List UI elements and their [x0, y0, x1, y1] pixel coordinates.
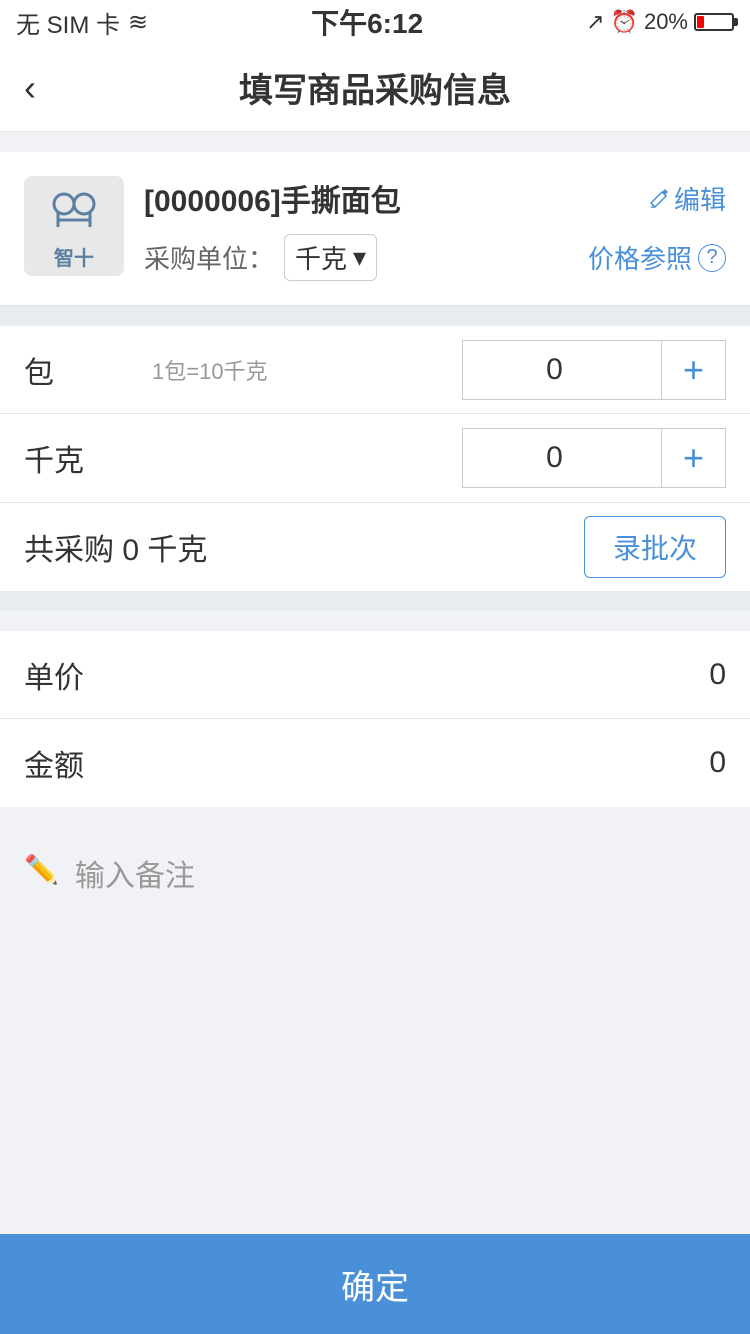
nav-bar: ‹ 填写商品采购信息 — [0, 44, 750, 132]
bao-input-row: 包 1包=10千克 + — [0, 326, 750, 414]
amount-value: 0 — [709, 746, 726, 780]
dropdown-arrow-icon: ▾ — [353, 242, 366, 273]
price-ref-help-icon: ? — [698, 244, 726, 272]
product-info: [0000006]手撕面包 编辑 采购单位： 千克 ▾ 价格参照 — [144, 176, 726, 281]
wifi-icon: ≋ — [128, 8, 148, 37]
status-bar: 无 SIM 卡 ≋ 下午6:12 ↗ ⏰ 20% — [0, 0, 750, 44]
alarm-icon: ⏰ — [611, 9, 638, 35]
bottom-space — [0, 947, 750, 1107]
kilogram-input-row: 千克 + — [0, 414, 750, 502]
edit-icon — [648, 187, 670, 209]
no-sim-text: 无 SIM 卡 — [16, 5, 120, 40]
unit-selector[interactable]: 千克 ▾ — [284, 234, 377, 281]
confirm-button[interactable]: 确定 — [0, 1234, 750, 1334]
bao-sublabel: 1包=10千克 — [152, 354, 268, 386]
logo-text: 智十 — [54, 242, 94, 271]
product-thumbnail: 智十 — [24, 176, 124, 276]
product-card: 智十 [0000006]手撕面包 编辑 采购单位： 千克 ▾ — [0, 152, 750, 306]
bao-label: 包 — [24, 348, 144, 392]
kilogram-input-wrap: + — [462, 428, 726, 488]
kilogram-label: 千克 — [24, 436, 144, 480]
amount-label: 金额 — [24, 741, 84, 785]
kilogram-plus-button[interactable]: + — [662, 428, 726, 488]
price-reference-button[interactable]: 价格参照 ? — [588, 239, 726, 276]
record-batch-button[interactable]: 录批次 — [584, 516, 726, 578]
edit-button[interactable]: 编辑 — [648, 180, 726, 217]
product-logo-icon — [44, 182, 104, 242]
unit-prefix: 采购单位： — [144, 239, 274, 276]
kilogram-quantity-input[interactable] — [462, 428, 662, 488]
price-ref-label: 价格参照 — [588, 239, 692, 276]
section-divider-1 — [0, 306, 750, 326]
battery-percent: 20% — [644, 9, 688, 35]
battery-icon — [694, 13, 734, 31]
location-icon: ↗ — [586, 9, 604, 35]
time-display: 下午6:12 — [311, 8, 423, 39]
unit-price-value: 0 — [709, 658, 726, 692]
back-button[interactable]: ‹ — [24, 67, 36, 109]
summary-section: 共采购 0 千克 录批次 — [0, 502, 750, 591]
total-amount: 0 — [122, 534, 139, 567]
amount-row: 金额 0 — [0, 719, 750, 807]
summary-row: 共采购 0 千克 录批次 — [0, 503, 750, 591]
page-title: 填写商品采购信息 — [239, 63, 511, 112]
section-divider-2 — [0, 591, 750, 611]
price-section: 单价 0 金额 0 — [0, 631, 750, 807]
unit-price-label: 单价 — [24, 653, 84, 697]
edit-label: 编辑 — [674, 180, 726, 217]
product-name: [0000006]手撕面包 — [144, 176, 401, 220]
unit-value: 千克 — [295, 239, 347, 276]
remark-section[interactable]: ✏️ 输入备注 — [0, 827, 750, 947]
quantity-input-section: 包 1包=10千克 + 千克 + — [0, 326, 750, 502]
total-purchase-text: 共采购 0 千克 — [24, 525, 207, 569]
remark-placeholder: 输入备注 — [75, 851, 195, 895]
unit-price-row: 单价 0 — [0, 631, 750, 719]
pencil-icon: ✏️ — [24, 853, 59, 886]
bao-plus-button[interactable]: + — [662, 340, 726, 400]
bao-quantity-input[interactable] — [462, 340, 662, 400]
bao-input-wrap: + — [462, 340, 726, 400]
